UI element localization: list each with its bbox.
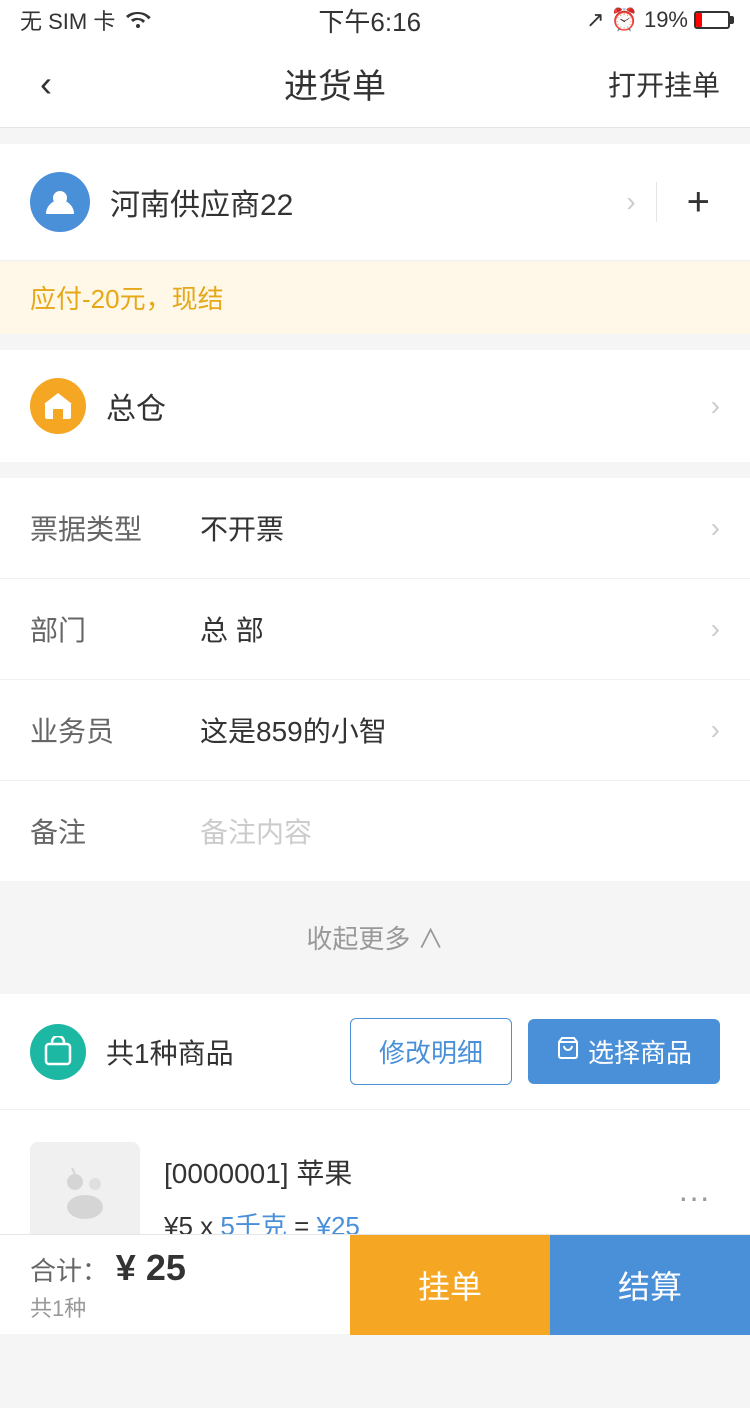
- select-product-label: 选择商品: [588, 1033, 692, 1070]
- select-product-button[interactable]: 选择商品: [528, 1019, 720, 1084]
- supplier-avatar: [30, 172, 90, 232]
- invoice-type-label: 票据类型: [30, 508, 170, 548]
- collapse-row[interactable]: 收起更多 ∧: [0, 897, 750, 978]
- total-sub: 共1种: [30, 1291, 320, 1323]
- department-label: 部门: [30, 609, 170, 649]
- product-count: 共1种商品: [106, 1032, 350, 1072]
- status-battery: ↗ ⏰ 19%: [586, 7, 730, 33]
- hang-button[interactable]: 挂单: [350, 1235, 550, 1335]
- product-info: [0000001] 苹果 ¥5 x 5千克 = ¥25: [164, 1152, 668, 1243]
- form-section: 票据类型 不开票 › 部门 总 部 › 业务员 这是859的小智 › 备注 备注…: [0, 478, 750, 881]
- invoice-type-value: 不开票: [170, 508, 701, 548]
- nav-bar: ‹ 进货单 打开挂单: [0, 40, 750, 128]
- product-header: 共1种商品 修改明细 选择商品: [0, 994, 750, 1110]
- department-chevron-icon: ›: [711, 613, 720, 645]
- warehouse-section: 总仓 ›: [0, 350, 750, 462]
- main-content: 河南供应商22 › + 应付-20元，现结 总仓 › 票据类型 不开票 › 部门: [0, 144, 750, 1408]
- product-more-button[interactable]: ···: [668, 1169, 720, 1226]
- warehouse-chevron-icon: ›: [711, 390, 720, 422]
- salesman-chevron-icon: ›: [711, 714, 720, 746]
- product-code: [0000001]: [164, 1158, 296, 1189]
- warehouse-row[interactable]: 总仓 ›: [0, 350, 750, 462]
- warehouse-name: 总仓: [106, 384, 701, 428]
- status-bar: 无 SIM 卡 下午6:16 ↗ ⏰ 19%: [0, 0, 750, 40]
- total-amount: ¥ 25: [116, 1247, 186, 1288]
- status-time: 下午6:16: [318, 2, 421, 39]
- back-button[interactable]: ‹: [30, 53, 62, 115]
- total-row: 合计： ¥ 25: [30, 1247, 320, 1289]
- status-signal: 无 SIM 卡: [20, 4, 153, 36]
- product-title: 苹果: [296, 1158, 352, 1189]
- total-section: 合计： ¥ 25 共1种: [0, 1247, 350, 1323]
- department-value: 总 部: [170, 609, 701, 649]
- alarm-icon: ⏰: [611, 7, 638, 33]
- remark-label: 备注: [30, 811, 170, 851]
- department-row[interactable]: 部门 总 部 ›: [0, 579, 750, 680]
- remark-placeholder: 备注内容: [170, 811, 720, 851]
- supplier-name: 河南供应商22: [110, 180, 616, 224]
- warning-text: 应付-20元，现结: [30, 284, 224, 314]
- product-icon: [30, 1024, 86, 1080]
- total-label: 合计：: [30, 1256, 108, 1286]
- warning-banner: 应付-20元，现结: [0, 261, 750, 334]
- salesman-row[interactable]: 业务员 这是859的小智 ›: [0, 680, 750, 781]
- battery-percent: 19%: [644, 7, 688, 33]
- location-icon: ↗: [586, 7, 604, 33]
- invoice-type-row[interactable]: 票据类型 不开票 ›: [0, 478, 750, 579]
- chevron-right-icon: ›: [626, 186, 635, 218]
- wifi-icon: [123, 6, 153, 34]
- supplier-row[interactable]: 河南供应商22 › +: [0, 144, 750, 261]
- signal-text: 无 SIM 卡: [20, 4, 115, 36]
- product-name: [0000001] 苹果: [164, 1152, 668, 1192]
- collapse-label: 收起更多 ∧: [306, 919, 443, 956]
- salesman-label: 业务员: [30, 710, 170, 750]
- page-title: 进货单: [284, 59, 386, 108]
- cart-icon: [556, 1036, 580, 1067]
- battery-icon: [694, 11, 730, 29]
- bottom-bar: 合计： ¥ 25 共1种 挂单 结算: [0, 1234, 750, 1334]
- edit-detail-button[interactable]: 修改明细: [350, 1018, 512, 1085]
- divider: [656, 182, 657, 222]
- add-supplier-button[interactable]: +: [677, 180, 720, 225]
- supplier-section: 河南供应商22 › + 应付-20元，现结: [0, 144, 750, 334]
- open-hang-button[interactable]: 打开挂单: [608, 64, 720, 104]
- settle-button[interactable]: 结算: [550, 1235, 750, 1335]
- invoice-chevron-icon: ›: [711, 512, 720, 544]
- warehouse-icon: [30, 378, 86, 434]
- remark-row[interactable]: 备注 备注内容: [0, 781, 750, 881]
- salesman-value: 这是859的小智: [170, 710, 701, 750]
